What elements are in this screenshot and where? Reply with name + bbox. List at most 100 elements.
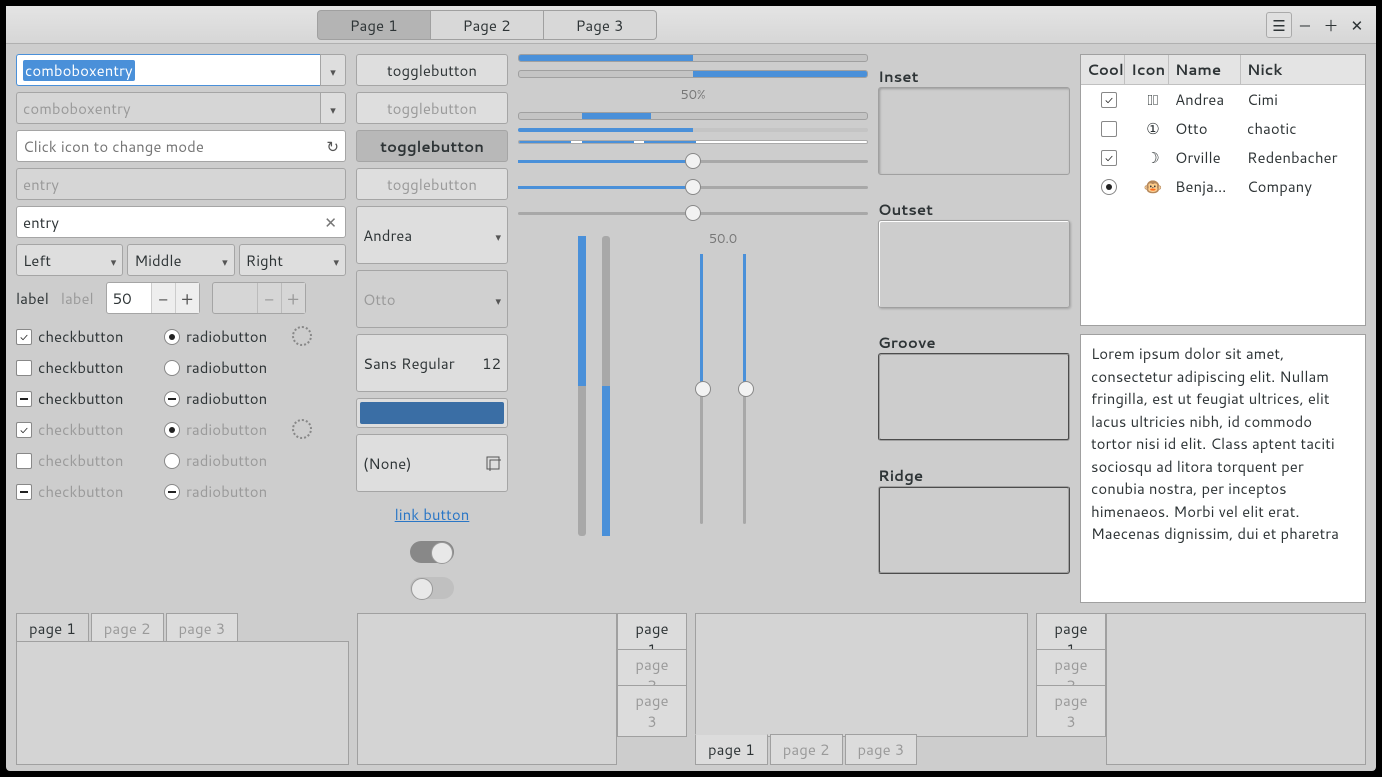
- text-view[interactable]: Lorem ipsum dolor sit amet, consectetur …: [1080, 334, 1366, 603]
- radiobutton-5-dis: radiobutton: [164, 450, 284, 471]
- vscale-4[interactable]: [743, 254, 746, 524]
- radiobutton-6-dis: radiobutton: [164, 481, 284, 502]
- switch-off[interactable]: [410, 577, 454, 599]
- label-1: label: [16, 284, 49, 313]
- minimize-icon: —: [1300, 15, 1310, 36]
- tab-page-1[interactable]: page 1: [16, 613, 89, 644]
- mode-input[interactable]: [23, 136, 326, 157]
- tab-page-2[interactable]: page 2: [770, 734, 843, 765]
- scale-1[interactable]: [518, 152, 868, 170]
- entry-clearable[interactable]: ✕: [16, 206, 346, 238]
- stack-page-3[interactable]: Page 3: [544, 10, 657, 40]
- spin-plus-icon[interactable]: +: [175, 283, 199, 313]
- link-button[interactable]: link button: [356, 498, 508, 531]
- headerbar: Page 1 Page 2 Page 3 ☰ — ＋ ✕: [6, 6, 1376, 44]
- toggle-2-dis: togglebutton: [356, 92, 508, 124]
- close-button[interactable]: ✕: [1344, 12, 1370, 38]
- maximize-icon: ＋: [1323, 15, 1338, 36]
- radiobutton-1[interactable]: radiobutton: [164, 326, 284, 347]
- checkbutton-2[interactable]: checkbutton: [16, 357, 156, 378]
- spin-button[interactable]: 50 − +: [106, 282, 200, 314]
- monkey-icon: 🐵: [1131, 176, 1175, 197]
- check-circle-icon: ✓⃝: [1131, 89, 1175, 110]
- progress-pulse: [518, 112, 868, 120]
- level-1: [518, 128, 868, 132]
- color-swatch: [360, 402, 504, 424]
- close-icon: ✕: [1351, 15, 1364, 36]
- table-row[interactable]: 🐵 Benja... Company: [1081, 172, 1365, 201]
- radiobutton-4-dis: radiobutton: [164, 419, 284, 440]
- vscale-1[interactable]: [578, 236, 586, 536]
- switch-on[interactable]: [410, 541, 454, 563]
- toggle-3-active[interactable]: togglebutton: [356, 130, 508, 162]
- hamburger-menu-button[interactable]: ☰: [1266, 12, 1292, 38]
- scale-2[interactable]: [518, 178, 868, 196]
- spinner-icon-dis: [292, 419, 312, 439]
- tab-page-2[interactable]: page 2: [91, 613, 164, 644]
- notebook-tabs-right: page 1 page 2 page 3: [357, 613, 687, 765]
- notebook-tabs-bottom: page 1 page 2 page 3: [695, 613, 1028, 765]
- folder-icon: [485, 455, 501, 471]
- checkbutton-5-dis: checkbutton: [16, 450, 156, 471]
- combo-otto-dis: Otto: [356, 270, 508, 328]
- frame-groove: [878, 353, 1070, 441]
- frame-outset: [878, 220, 1070, 308]
- toggle-1[interactable]: togglebutton: [356, 54, 508, 86]
- tree-view[interactable]: Cool Icon Name Nick ✓⃝ Andrea Cimi ① Ott…: [1080, 54, 1366, 326]
- stack-page-2[interactable]: Page 2: [431, 10, 544, 40]
- entry-disabled: entry: [16, 168, 346, 200]
- moon-icon: ☽: [1131, 147, 1175, 168]
- vscale-value: 50.0: [709, 230, 737, 248]
- exclaim-icon: ①: [1131, 118, 1175, 139]
- notebook-tabs-left: page 1 page 2 page 3: [1036, 613, 1366, 765]
- vscale-3[interactable]: [700, 254, 703, 524]
- label-2: label: [61, 284, 94, 313]
- spin-button-disabled: −+: [212, 282, 306, 314]
- progress-label: 50%: [518, 86, 868, 104]
- minimize-button[interactable]: —: [1292, 12, 1318, 38]
- font-button[interactable]: Sans Regular12: [356, 334, 508, 392]
- checkbutton-4-dis: checkbutton: [16, 419, 156, 440]
- vscale-2[interactable]: [602, 236, 610, 536]
- entry-input[interactable]: [23, 212, 322, 233]
- maximize-button[interactable]: ＋: [1318, 12, 1344, 38]
- table-row[interactable]: ☽ Orville Redenbacher: [1081, 143, 1365, 172]
- checkbutton-1[interactable]: checkbutton: [16, 326, 156, 347]
- progress-1: [518, 54, 868, 62]
- frame-title: Inset: [878, 66, 1070, 87]
- clear-icon[interactable]: ✕: [322, 212, 339, 233]
- stack-switcher: Page 1 Page 2 Page 3: [317, 10, 657, 40]
- refresh-icon[interactable]: ↻: [326, 136, 339, 157]
- spinner-icon: [292, 326, 312, 346]
- file-button[interactable]: (None): [356, 434, 508, 492]
- tab-page-3[interactable]: page 3: [166, 613, 239, 644]
- stack-page-1[interactable]: Page 1: [317, 10, 431, 40]
- combobox-entry-2-disabled: comboboxentry: [16, 92, 346, 124]
- mode-entry[interactable]: ↻: [16, 130, 346, 162]
- radiobutton-3-mixed[interactable]: radiobutton: [164, 388, 284, 409]
- radiobutton-2[interactable]: radiobutton: [164, 357, 284, 378]
- combo-andrea[interactable]: Andrea: [356, 206, 508, 264]
- tab-page-3[interactable]: page 3: [1036, 685, 1106, 737]
- scale-3-dis: [518, 204, 868, 222]
- table-row[interactable]: ① Otto chaotic: [1081, 114, 1365, 143]
- align-left-combo[interactable]: Left: [16, 244, 123, 276]
- frame-inset: [878, 87, 1070, 175]
- level-2: [518, 140, 868, 144]
- spin-minus-icon[interactable]: −: [151, 283, 175, 313]
- color-button[interactable]: [356, 398, 508, 428]
- frame-ridge: [878, 486, 1070, 574]
- tab-page-3[interactable]: page 3: [845, 734, 918, 765]
- align-middle-combo[interactable]: Middle: [127, 244, 234, 276]
- align-right-combo[interactable]: Right: [239, 244, 346, 276]
- table-row[interactable]: ✓⃝ Andrea Cimi: [1081, 85, 1365, 114]
- chevron-down-icon[interactable]: [320, 54, 346, 86]
- checkbutton-3-mixed[interactable]: checkbutton: [16, 388, 156, 409]
- tab-page-1[interactable]: page 1: [695, 734, 768, 765]
- notebook-tabs-top: page 1 page 2 page 3: [16, 613, 349, 765]
- combobox-entry-1[interactable]: comboboxentry: [16, 54, 346, 86]
- progress-2: [518, 70, 868, 78]
- window: Page 1 Page 2 Page 3 ☰ — ＋ ✕ comboboxent…: [6, 6, 1376, 771]
- checkbutton-6-dis: checkbutton: [16, 481, 156, 502]
- tab-page-3[interactable]: page 3: [617, 685, 687, 737]
